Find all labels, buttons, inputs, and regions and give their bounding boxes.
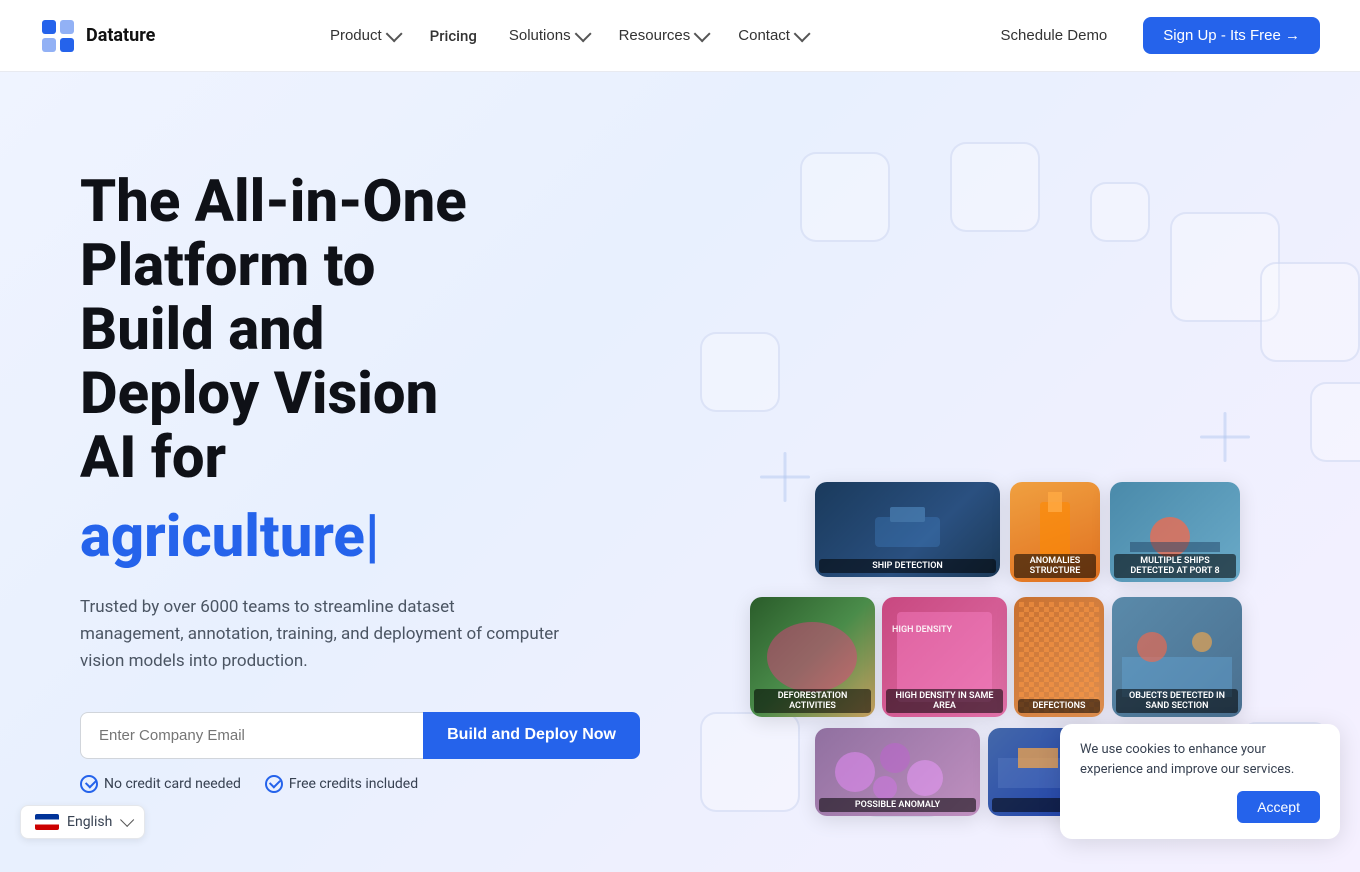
deco-shape (700, 712, 800, 812)
logo[interactable]: Datature (40, 18, 155, 54)
hero-left: The All-in-One Platform to Build and Dep… (80, 171, 640, 792)
chevron-down-icon (574, 25, 591, 42)
navigation: Datature Product Pricing Solutions Resou… (0, 0, 1360, 72)
nav-solutions[interactable]: Solutions (495, 19, 601, 52)
tile-possible-anomaly: POSSIBLE ANOMALY (815, 728, 980, 816)
signup-button[interactable]: Sign Up - Its Free → (1143, 17, 1320, 54)
chevron-down-icon (694, 25, 711, 42)
deco-cross (1200, 412, 1250, 462)
schedule-demo-button[interactable]: Schedule Demo (981, 17, 1128, 54)
badge-no-credit: No credit card needed (80, 775, 241, 793)
check-icon (80, 775, 98, 793)
logo-icon (40, 18, 76, 54)
hero-badges: No credit card needed Free credits inclu… (80, 775, 640, 793)
hero-heading: The All-in-One Platform to Build and Dep… (80, 171, 640, 490)
tile-high-density: HIGH DENSITY HIGH DENSITY IN SAME AREA (882, 597, 1007, 717)
language-label: English (67, 814, 112, 830)
chevron-down-icon (120, 813, 134, 827)
deco-shape (950, 142, 1040, 232)
logo-text: Datature (86, 25, 155, 46)
cta-button[interactable]: Build and Deploy Now (423, 712, 640, 759)
hero-subtext: Trusted by over 6000 teams to streamline… (80, 594, 560, 676)
deco-shape (1090, 182, 1150, 242)
hero-animated-word: agriculture| (80, 506, 640, 570)
cookie-text: We use cookies to enhance your experienc… (1080, 740, 1320, 779)
nav-pricing[interactable]: Pricing (416, 19, 491, 53)
language-selector[interactable]: English (20, 805, 145, 839)
nav-product[interactable]: Product (316, 19, 412, 52)
hero-form: Build and Deploy Now (80, 712, 640, 759)
chevron-down-icon (385, 25, 402, 42)
svg-text:HIGH DENSITY: HIGH DENSITY (892, 625, 953, 635)
deco-shape (700, 332, 780, 412)
tile-deforestation: DEFORESTATION ACTIVITIES (750, 597, 875, 717)
nav-resources[interactable]: Resources (605, 19, 721, 52)
nav-contact[interactable]: Contact (724, 19, 820, 52)
email-input[interactable] (80, 712, 423, 759)
cookie-banner: We use cookies to enhance your experienc… (1060, 724, 1340, 839)
cookie-accept-button[interactable]: Accept (1237, 791, 1320, 823)
deco-shape (800, 152, 890, 242)
tile-ship-detection: SHIP DETECTION (815, 482, 1000, 577)
tile-defections: DEFECTIONS (1014, 597, 1104, 717)
tile-anomalies-structure: ANOMALIES STRUCTURE (1010, 482, 1100, 582)
deco-shape (1260, 262, 1360, 362)
flag-icon (35, 814, 59, 830)
badge-free-credits: Free credits included (265, 775, 418, 793)
tile-objects-detected: OBJECTS DETECTED IN SAND SECTION (1112, 597, 1242, 717)
deco-cross (760, 452, 810, 502)
tile-multiple-ships: MULTIPLE SHIPS DETECTED AT PORT 8 (1110, 482, 1240, 582)
nav-links: Product Pricing Solutions Resources Cont… (316, 19, 820, 53)
check-icon (265, 775, 283, 793)
deco-shape (1310, 382, 1360, 462)
chevron-down-icon (794, 25, 811, 42)
nav-right: Schedule Demo Sign Up - Its Free → (981, 17, 1320, 54)
